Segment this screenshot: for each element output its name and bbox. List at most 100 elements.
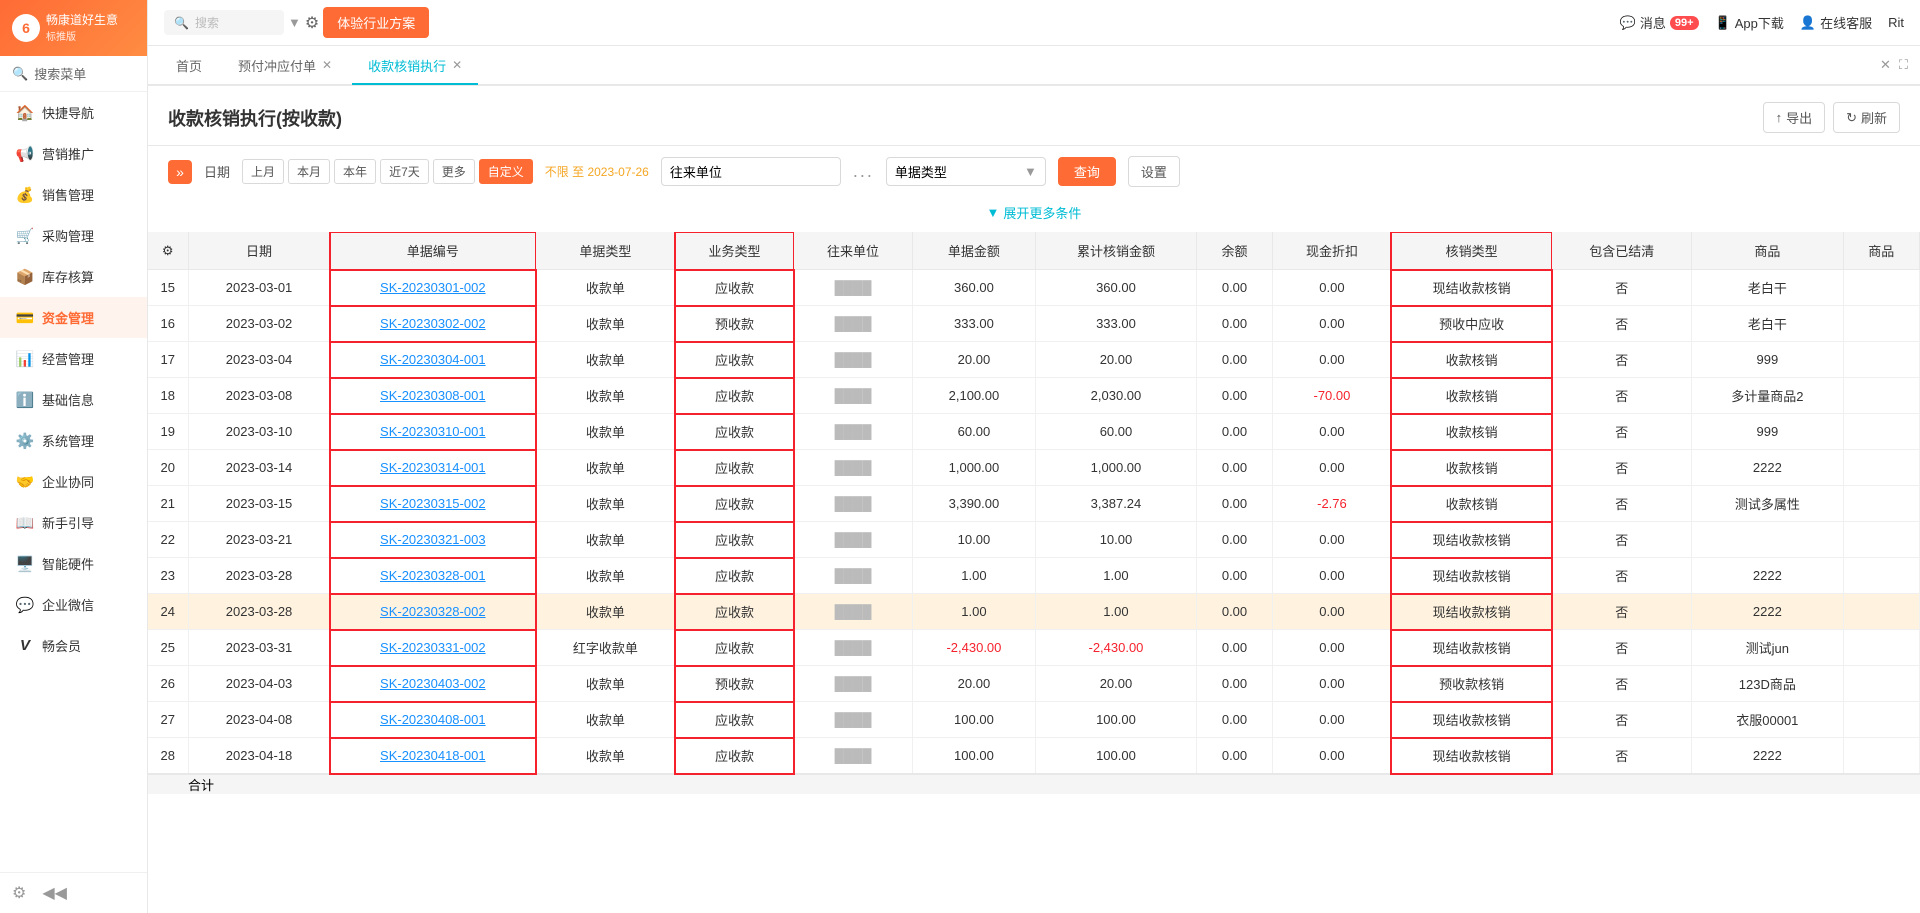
tab-collection-close[interactable]: ✕ [452,58,462,72]
sidebar-item-purchase[interactable]: 🛒 采购管理 [0,215,147,256]
message-btn[interactable]: 💬 消息 99+ [1620,13,1699,32]
settings-bottom-icon[interactable]: ⚙ [12,883,26,903]
td-cash-discount: -2.76 [1273,486,1392,522]
last-month-btn[interactable]: 上月 [242,159,284,184]
tab-prepay[interactable]: 预付冲应付单 ✕ [222,48,348,85]
th-cash-discount[interactable]: 现金折扣 [1273,232,1392,270]
bill-type-filter[interactable]: 单据类型 ▼ [886,157,1046,186]
td-date: 2023-04-03 [188,666,330,702]
td-bill-no[interactable]: SK-20230408-001 [330,702,535,738]
td-bill-no[interactable]: SK-20230331-002 [330,630,535,666]
th-product2[interactable]: 商品 [1843,232,1919,270]
th-included[interactable]: 包含已结清 [1552,232,1692,270]
expand-more-button[interactable]: ▼ 展开更多条件 [987,203,1082,222]
td-included: 否 [1552,666,1692,702]
sidebar-item-label: 销售管理 [42,185,94,204]
th-bill-type[interactable]: 单据类型 [536,232,676,270]
query-button[interactable]: 查询 [1058,157,1116,186]
th-amount[interactable]: 单据金额 [912,232,1035,270]
td-bill-no[interactable]: SK-20230403-002 [330,666,535,702]
td-bill-no[interactable]: SK-20230304-001 [330,342,535,378]
sidebar-item-inventory[interactable]: 📦 库存核算 [0,256,147,297]
partner-input[interactable] [728,164,808,179]
this-month-btn[interactable]: 本月 [288,159,330,184]
service-btn[interactable]: 👤 在线客服 [1800,13,1872,32]
sidebar-item-basic[interactable]: ℹ️ 基础信息 [0,379,147,420]
sidebar-item-marketing[interactable]: 📢 营销推广 [0,133,147,174]
th-settings[interactable]: ⚙ [148,232,188,270]
td-bill-no[interactable]: SK-20230310-001 [330,414,535,450]
sidebar-item-guide[interactable]: 📖 新手引导 [0,502,147,543]
tab-collection[interactable]: 收款核销执行 ✕ [352,48,478,85]
th-biz-type[interactable]: 业务类型 [675,232,794,270]
gear-icon[interactable]: ⚙ [305,13,319,33]
td-bill-no[interactable]: SK-20230302-002 [330,306,535,342]
td-bill-no[interactable]: SK-20230315-002 [330,486,535,522]
td-bill-no[interactable]: SK-20230328-001 [330,558,535,594]
th-accum-cancel[interactable]: 累计核销金额 [1036,232,1197,270]
collapse-icon[interactable]: ◀◀ [42,883,67,903]
sidebar-item-sales[interactable]: 💰 销售管理 [0,174,147,215]
td-bill-type: 红字收款单 [536,630,676,666]
td-bill-no[interactable]: SK-20230314-001 [330,450,535,486]
tab-prepay-close[interactable]: ✕ [322,58,332,72]
sidebar-item-quick[interactable]: 🏠 快捷导航 [0,92,147,133]
td-biz-type: 应收款 [675,702,794,738]
td-biz-type: 应收款 [675,270,794,306]
user-name[interactable]: Rit [1888,15,1904,30]
td-cash-discount: 0.00 [1273,558,1392,594]
td-product: 2222 [1692,558,1843,594]
td-bill-no[interactable]: SK-20230328-002 [330,594,535,630]
last-7days-btn[interactable]: 近7天 [380,159,429,184]
app-download-btn[interactable]: 📱 App下载 [1715,13,1784,32]
sidebar-item-label: 智能硬件 [42,554,94,573]
td-partner: ████ [794,522,913,558]
td-bill-type: 收款单 [536,306,676,342]
export-button[interactable]: ↑ 导出 [1763,102,1826,133]
th-balance[interactable]: 余额 [1196,232,1272,270]
td-bill-no[interactable]: SK-20230321-003 [330,522,535,558]
tab-maximize-icon[interactable]: ⛶ [1899,57,1908,73]
th-partner[interactable]: 往来单位 [794,232,913,270]
tab-close-all-icon[interactable]: ✕ [1880,57,1891,73]
settings-button[interactable]: 设置 [1128,156,1180,187]
td-product2 [1843,486,1919,522]
refresh-button[interactable]: ↻ 刷新 [1833,102,1900,133]
sidebar-item-label: 畅会员 [42,636,81,655]
date-buttons: 上月 本月 本年 近7天 更多 自定义 [242,159,533,184]
sidebar-item-finance[interactable]: 💳 资金管理 [0,297,147,338]
td-bill-no[interactable]: SK-20230308-001 [330,378,535,414]
td-bill-no[interactable]: SK-20230301-002 [330,270,535,306]
td-partner: ████ [794,738,913,775]
tab-home[interactable]: 首页 [160,48,218,85]
th-product[interactable]: 商品 [1692,232,1843,270]
expand-more-row: ▼ 展开更多条件 [148,197,1920,232]
partner-filter[interactable]: 往来单位 [661,157,841,186]
sidebar-item-hardware[interactable]: 🖥️ 智能硬件 [0,543,147,584]
more-date-btn[interactable]: 更多 [433,159,475,184]
this-year-btn[interactable]: 本年 [334,159,376,184]
td-bill-no[interactable]: SK-20230418-001 [330,738,535,775]
td-product2 [1843,522,1919,558]
sidebar-item-label: 新手引导 [42,513,94,532]
sidebar-item-operations[interactable]: 📊 经营管理 [0,338,147,379]
filter-expand-button[interactable]: » [168,160,192,184]
td-product2 [1843,306,1919,342]
th-cancel-type[interactable]: 核销类型 [1391,232,1552,270]
custom-date-btn[interactable]: 自定义 [479,159,533,184]
td-partner: ████ [794,450,913,486]
topbar-search[interactable]: 🔍 搜索 [164,10,284,35]
sidebar-search[interactable]: 🔍 搜索菜单 [0,56,147,92]
table-wrap[interactable]: ⚙ 日期 单据编号 单据类型 业务类型 往来单位 单据金额 累计核销金额 余额 … [148,232,1920,913]
table-header-row: ⚙ 日期 单据编号 单据类型 业务类型 往来单位 单据金额 累计核销金额 余额 … [148,232,1920,270]
sidebar-item-enterprise[interactable]: 🤝 企业协同 [0,461,147,502]
th-bill-no[interactable]: 单据编号 [330,232,535,270]
sidebar-item-wechat[interactable]: 💬 企业微信 [0,584,147,625]
solution-button[interactable]: 体验行业方案 [323,7,429,38]
td-biz-type: 应收款 [675,558,794,594]
th-date[interactable]: 日期 [188,232,330,270]
sidebar-item-system[interactable]: ⚙️ 系统管理 [0,420,147,461]
td-date: 2023-03-28 [188,558,330,594]
sidebar-item-member[interactable]: V 畅会员 [0,625,147,666]
logo-icon: 6 [12,14,40,42]
